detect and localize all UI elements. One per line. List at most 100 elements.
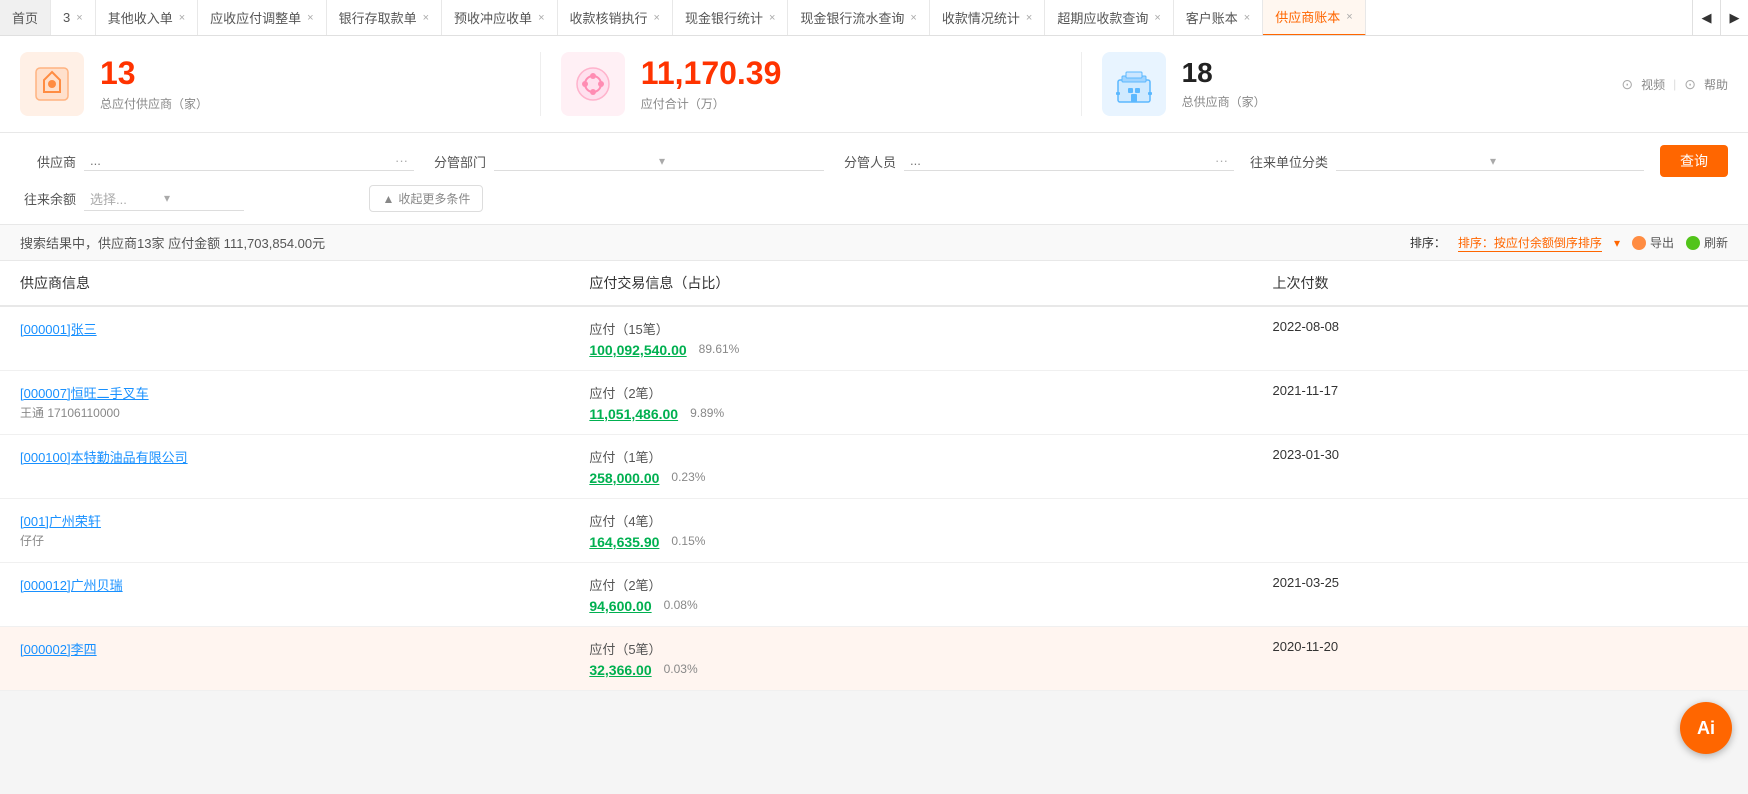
nav-tab-receipt-stat[interactable]: 收款情况统计×: [930, 0, 1045, 36]
supplier-input-wrapper[interactable]: ···: [84, 151, 414, 171]
category-select[interactable]: ▾: [1336, 152, 1644, 171]
dept-select[interactable]: ▾: [494, 152, 824, 171]
sort-select[interactable]: 排序：按应付余额倒序排序: [1458, 234, 1602, 252]
summary-card-1: 13 总应付供应商（家）: [20, 52, 541, 116]
filter-row-2: 往来余额 选择... ▾ ▲ 收起更多条件: [20, 185, 1728, 212]
supplier-link-2[interactable]: [000100]本特勤油品有限公司: [20, 450, 188, 465]
balance-label: 往来余额: [20, 189, 76, 208]
close-icon-supplier-ledger[interactable]: ×: [1346, 11, 1352, 23]
result-actions: 排序： 排序：按应付余额倒序排序 ▾ 导出 刷新: [1410, 234, 1728, 252]
refresh-label: 刷新: [1704, 234, 1728, 251]
table-row: [000100]本特勤油品有限公司 应付（1笔） 258,000.000.23%20…: [0, 435, 1748, 499]
dots-icon: ···: [395, 153, 408, 168]
person-dots-icon: ···: [1215, 153, 1228, 168]
transaction-type-4: 应付（2笔）: [589, 575, 1272, 594]
supplier-link-0[interactable]: [000001]张三: [20, 322, 97, 337]
ai-label: Ai: [1697, 718, 1715, 739]
video-link[interactable]: 视频: [1641, 76, 1665, 93]
nav-tab-cash-bank-stat[interactable]: 现金银行统计×: [673, 0, 788, 36]
close-icon-receipt-verify[interactable]: ×: [654, 12, 660, 24]
sort-chevron-icon[interactable]: ▾: [1614, 236, 1620, 250]
transaction-type-1: 应付（2笔）: [589, 383, 1272, 402]
filter-balance: 往来余额 选择... ▾: [20, 187, 280, 211]
supplier-link-4[interactable]: [000012]广州贝瑞: [20, 578, 123, 593]
supplier-cell-3: [001]广州荣轩仔仔: [20, 511, 589, 549]
result-bar: 搜索结果中，供应商13家 应付金额 111,703,854.00元 排序： 排序…: [0, 225, 1748, 261]
nav-tab-home[interactable]: 首页: [0, 0, 51, 36]
close-icon-other-income[interactable]: ×: [179, 12, 185, 24]
transaction-amount-0[interactable]: 100,092,540.00: [589, 342, 686, 358]
collapse-button[interactable]: ▲ 收起更多条件: [369, 185, 483, 212]
transaction-amount-5[interactable]: 32,366.00: [589, 662, 651, 678]
transaction-amount-1[interactable]: 11,051,486.00: [589, 406, 678, 422]
supplier-input[interactable]: [90, 153, 395, 168]
lastpay-cell-5: 2020-11-20: [1273, 639, 1728, 654]
export-button[interactable]: 导出: [1632, 234, 1674, 251]
lastpay-cell-2: 2023-01-30: [1273, 447, 1728, 462]
refresh-icon: [1686, 236, 1700, 250]
help-link[interactable]: 帮助: [1704, 76, 1728, 93]
summary-icon-2: [561, 52, 625, 116]
transaction-type-2: 应付（1笔）: [589, 447, 1272, 466]
close-icon-bank-deposit[interactable]: ×: [423, 12, 429, 24]
person-input[interactable]: [910, 153, 1215, 168]
nav-tab-ar-ap-adjust[interactable]: 应收应付调整单×: [198, 0, 326, 36]
nav-tab-customer-ledger[interactable]: 客户账本×: [1174, 0, 1263, 36]
summary-card-2: 11,170.39 应付合计（万）: [561, 52, 1082, 116]
transaction-pct-3: 0.15%: [671, 534, 705, 548]
transaction-cell-3: 应付（4笔）164,635.900.15%: [589, 511, 1272, 550]
refresh-button[interactable]: 刷新: [1686, 234, 1728, 251]
summary-value-3: 18: [1182, 58, 1266, 89]
lastpay-cell-1: 2021-11-17: [1273, 383, 1728, 398]
lastpay-date-1: 2021-11-17: [1273, 383, 1339, 398]
table-body: [000001]张三应付（15笔）100,092,540.0089.61%202…: [0, 307, 1748, 691]
export-icon: [1632, 236, 1646, 250]
ai-button[interactable]: Ai: [1680, 702, 1732, 754]
nav-tab-prepaid-ar[interactable]: 预收冲应收单×: [442, 0, 557, 36]
person-input-wrapper[interactable]: ···: [904, 151, 1234, 171]
transaction-type-5: 应付（5笔）: [589, 639, 1272, 658]
transaction-amount-2[interactable]: 258,000.00: [589, 470, 659, 486]
nav-left-arrow[interactable]: ◀: [1692, 0, 1720, 36]
transaction-amount-row-4: 94,600.000.08%: [589, 596, 1272, 614]
transaction-amount-4[interactable]: 94,600.00: [589, 598, 651, 614]
close-icon-cash-bank-query[interactable]: ×: [910, 12, 916, 24]
result-info: 搜索结果中，供应商13家 应付金额 111,703,854.00元: [20, 233, 325, 252]
balance-select[interactable]: 选择... ▾: [84, 187, 244, 211]
transaction-amount-row-2: 258,000.000.23%: [589, 468, 1272, 486]
lastpay-date-5: 2020-11-20: [1273, 639, 1339, 654]
query-button[interactable]: 查询: [1660, 145, 1728, 177]
table-row: [000001]张三应付（15笔）100,092,540.0089.61%202…: [0, 307, 1748, 371]
filter-supplier: 供应商 ···: [20, 151, 414, 171]
close-icon-ar-ap-adjust[interactable]: ×: [307, 12, 313, 24]
close-icon-customer-ledger[interactable]: ×: [1244, 12, 1250, 24]
supplier-cell-5: [000002]李四: [20, 639, 589, 658]
nav-tab-cash-bank-query[interactable]: 现金银行流水查询×: [788, 0, 929, 36]
transaction-amount-3[interactable]: 164,635.90: [589, 534, 659, 550]
summary-value-1: 13: [100, 56, 208, 91]
close-icon-cash-bank-stat[interactable]: ×: [769, 12, 775, 24]
nav-tab-receipt-verify[interactable]: 收款核销执行×: [558, 0, 673, 36]
summary-info-3: 18 总供应商（家）: [1182, 58, 1266, 110]
filter-person: 分管人员 ···: [840, 151, 1234, 171]
close-icon-tab3[interactable]: ×: [76, 12, 82, 24]
close-icon-prepaid-ar[interactable]: ×: [538, 12, 544, 24]
nav-tab-tab3[interactable]: 3×: [51, 0, 96, 36]
summary-card-3: 18 总供应商（家）: [1102, 52, 1622, 116]
close-icon-receipt-stat[interactable]: ×: [1026, 12, 1032, 24]
transaction-cell-1: 应付（2笔）11,051,486.009.89%: [589, 383, 1272, 422]
supplier-link-1[interactable]: [000007]恒旺二手叉车: [20, 386, 149, 401]
close-icon-overdue-ar[interactable]: ×: [1154, 12, 1160, 24]
nav-tab-overdue-ar[interactable]: 超期应收款查询×: [1045, 0, 1173, 36]
collapse-label: 收起更多条件: [398, 190, 470, 207]
question-icon: ⊙: [1684, 76, 1696, 93]
nav-tab-supplier-ledger[interactable]: 供应商账本×: [1263, 0, 1365, 36]
supplier-link-3[interactable]: [001]广州荣轩: [20, 514, 101, 529]
nav-tab-bank-deposit[interactable]: 银行存取款单×: [327, 0, 442, 36]
supplier-cell-0: [000001]张三: [20, 319, 589, 338]
table-row: [000012]广州贝瑞应付（2笔）94,600.000.08%2021-03-…: [0, 563, 1748, 627]
supplier-link-5[interactable]: [000002]李四: [20, 642, 97, 657]
nav-right-arrow[interactable]: ▶: [1720, 0, 1748, 36]
nav-tab-other-income[interactable]: 其他收入单×: [96, 0, 198, 36]
filter-area: 供应商 ··· 分管部门 ▾ 分管人员 ··· 往来单位分类: [0, 133, 1748, 225]
